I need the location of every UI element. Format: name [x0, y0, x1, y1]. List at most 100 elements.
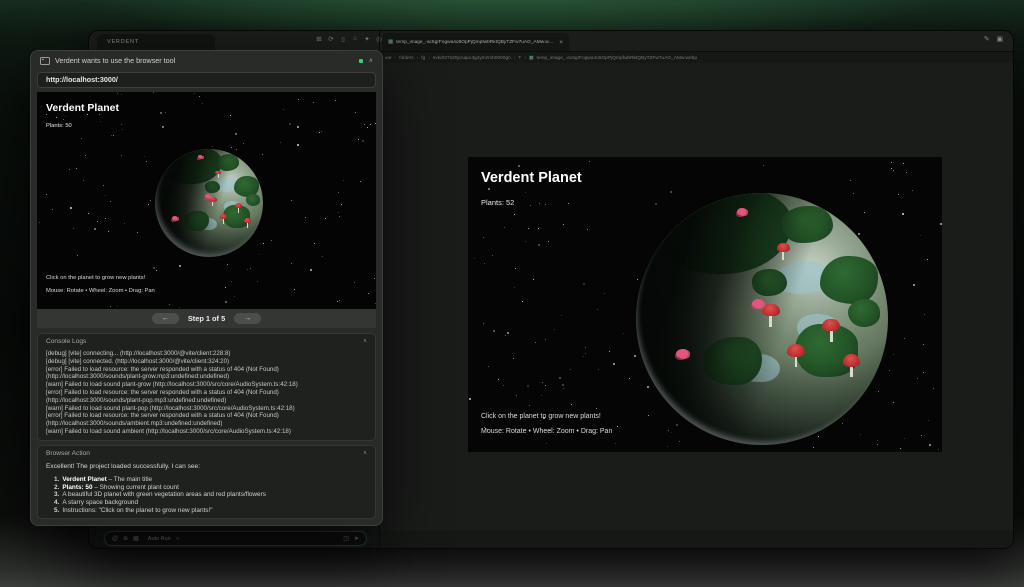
list-item: 2. Plants: 50 – Showing current plant cou…: [54, 483, 179, 491]
tab-verdent-label: VERDENT: [107, 39, 139, 45]
image-file-icon: ▦: [388, 39, 394, 45]
console-log-line: [error] Failed to load resource: the ser…: [46, 388, 279, 404]
status-dot: [358, 58, 363, 63]
pink-flower-cluster: [204, 194, 210, 199]
tab-image-file[interactable]: ▦ temp_image_-ac5grFogwa4o5OpPjQmpfwbRkI…: [382, 33, 569, 51]
sparkle-icon[interactable]: ✦: [363, 35, 371, 43]
planet-3d[interactable]: [155, 149, 263, 257]
red-mushroom-plant: [762, 303, 780, 327]
browser-action-title: Browser Action: [46, 450, 90, 457]
frame-icon[interactable]: ▣: [997, 35, 1003, 43]
red-mushroom-plant: [234, 203, 243, 213]
red-mushroom-plant: [787, 344, 805, 367]
plant-counter: Plants: 50: [46, 123, 72, 129]
chevron-down-icon: ∨: [175, 535, 180, 542]
collapse-chevron-icon[interactable]: ∧: [363, 450, 367, 456]
console-log-list[interactable]: [debug] [vite] connecting... (http://loc…: [46, 350, 369, 439]
action-observation-list: 1. Verdent Planet – The main title 2. Plan…: [54, 476, 369, 515]
tab-verdent-project[interactable]: VERDENT: [97, 34, 215, 51]
console-log-line: [debug] [vite] connecting... (http://loc…: [46, 350, 231, 357]
breadcrumb-item[interactable]: T: [518, 56, 521, 61]
breadcrumb-item[interactable]: temp_image_-ac5grFogwa4o5OpPjQmpfwbRkIQB…: [537, 56, 698, 61]
list-item: 3. A beautiful 3D planet with green veget…: [54, 491, 266, 499]
pink-flower-cluster: [736, 208, 746, 216]
expand-icon[interactable]: ◳: [343, 535, 349, 542]
console-logs-panel: Console Logs ∧ [debug] [vite] connecting…: [37, 333, 376, 441]
window-tab-strip: VERDENT ⊞ ⟳ ▯ ⌂ ✦ ◎ ⚙ ▦ temp_image_-ac5g…: [89, 31, 1013, 52]
console-log-line: [error] Failed to load resource: the ser…: [46, 365, 279, 381]
console-log-line: [error] Failed to load resource: the ser…: [46, 412, 279, 428]
red-mushroom-plant: [842, 354, 861, 377]
prev-step-button[interactable]: ←: [151, 313, 179, 324]
breadcrumb-separator: ›: [394, 55, 397, 61]
auto-run-selector[interactable]: Auto Run: [148, 536, 171, 542]
action-intro-text: Excellent! The project loaded successful…: [46, 463, 201, 470]
page-title: Verdent Planet: [481, 170, 582, 186]
device-icon[interactable]: ▯: [339, 35, 347, 43]
image-file-icon: ▦: [528, 55, 534, 61]
next-step-button[interactable]: →: [234, 313, 262, 324]
home-icon[interactable]: ⌂: [351, 35, 359, 43]
breadcrumb-separator: ›: [416, 55, 419, 61]
red-mushroom-plant: [219, 213, 228, 224]
tab-image-filename: temp_image_-ac5grFogwa4o5OpPjQmpfwbRkIQB…: [396, 39, 555, 45]
window-corner-actions: ✎ ▣: [984, 35, 1003, 43]
mention-icon[interactable]: @: [112, 536, 118, 542]
planet-3d: [636, 193, 888, 445]
red-mushroom-plant: [215, 170, 222, 178]
tab-close-icon[interactable]: ×: [559, 39, 563, 46]
panels-icon[interactable]: ⊞: [315, 35, 323, 43]
red-mushroom-plant: [243, 218, 252, 228]
pink-flower-cluster: [172, 215, 178, 220]
dialog-title: Verdent wants to use the browser tool: [55, 56, 176, 65]
breadcrumb-separator: ›: [428, 55, 430, 61]
planet-screenshot: Verdent Planet Plants: 52 Click on the p…: [468, 157, 942, 452]
instruction-text: Click on the planet to grow new plants!: [46, 275, 146, 281]
collapse-chevron-icon[interactable]: ∧: [369, 57, 373, 64]
list-item: 1. Verdent Planet – The main title: [54, 476, 153, 483]
planet-sphere: [636, 193, 888, 445]
page-title: Verdent Planet: [46, 102, 119, 114]
desktop: VERDENT ⊞ ⟳ ▯ ⌂ ✦ ◎ ⚙ ▦ temp_image_-ac5g…: [0, 0, 1024, 587]
console-log-line: [warn] Failed to load sound plant-grow (…: [46, 381, 298, 389]
controls-hint-text: Mouse: Rotate • Wheel: Zoom • Drag: Pan: [46, 288, 155, 294]
step-label: Step 1 of 5: [187, 314, 226, 323]
list-item: 5. Instructions: "Click on the planet to …: [54, 506, 213, 514]
step-navigation: ← Step 1 of 5 →: [37, 309, 376, 328]
dialog-titlebar: Verdent wants to use the browser tool ∧: [31, 51, 382, 70]
red-mushroom-plant: [822, 319, 840, 342]
console-logs-title: Console Logs: [46, 338, 87, 345]
breadcrumb-separator: ›: [524, 55, 526, 61]
media-icon[interactable]: ▦: [133, 535, 139, 542]
breadcrumb-item[interactable]: folders: [399, 56, 413, 61]
red-mushroom-plant: [777, 243, 790, 261]
list-item: 4. A starry space background: [54, 499, 139, 507]
browser-tool-icon: [40, 56, 50, 65]
console-log-line: [warn] Failed to load sound ambient (htt…: [46, 427, 291, 435]
console-log-line: [debug] [vite] connected. (http://localh…: [46, 357, 230, 365]
edit-pencil-icon[interactable]: ✎: [984, 35, 990, 43]
composer-bar[interactable]: @ ⊕ ▦ Auto Run ∨ ◳ ➤: [104, 531, 367, 546]
collapse-chevron-icon[interactable]: ∧: [363, 338, 367, 344]
image-viewer-pane: Verdent Planet Plants: 52 Click on the p…: [380, 63, 1013, 531]
send-icon[interactable]: ➤: [354, 535, 359, 542]
controls-hint-text: Mouse: Rotate • Wheel: Zoom • Drag: Pan: [481, 428, 613, 435]
breadcrumb-item[interactable]: svkdr27s20jcnapc4g4ymzmh0000gn: [433, 56, 511, 61]
attach-icon[interactable]: ⊕: [123, 535, 128, 542]
instruction-text: Click on the planet to grow new plants!: [481, 413, 601, 420]
plant-counter: Plants: 52: [481, 198, 515, 207]
browser-preview[interactable]: Verdent Planet Plants: 50 Click on the p…: [37, 92, 376, 309]
breadcrumb-separator: ›: [513, 55, 516, 61]
url-input[interactable]: http://localhost:3000/: [37, 72, 376, 88]
red-mushroom-plant: [209, 196, 217, 207]
breadcrumb: var › folders › fg › svkdr27s20jcnapc4g4…: [385, 53, 1005, 63]
console-log-line: [warn] Failed to load sound plant-pop (h…: [46, 404, 295, 412]
pink-flower-cluster: [676, 349, 688, 359]
planet-sphere: [155, 149, 263, 257]
breadcrumb-item[interactable]: fg: [421, 56, 425, 61]
browser-tool-dialog: Verdent wants to use the browser tool ∧ …: [30, 50, 383, 526]
refresh-icon[interactable]: ⟳: [327, 35, 335, 43]
breadcrumb-item[interactable]: var: [385, 56, 392, 61]
pink-flower-cluster: [751, 298, 764, 308]
browser-action-panel: Browser Action ∧ Excellent! The project …: [37, 445, 376, 519]
